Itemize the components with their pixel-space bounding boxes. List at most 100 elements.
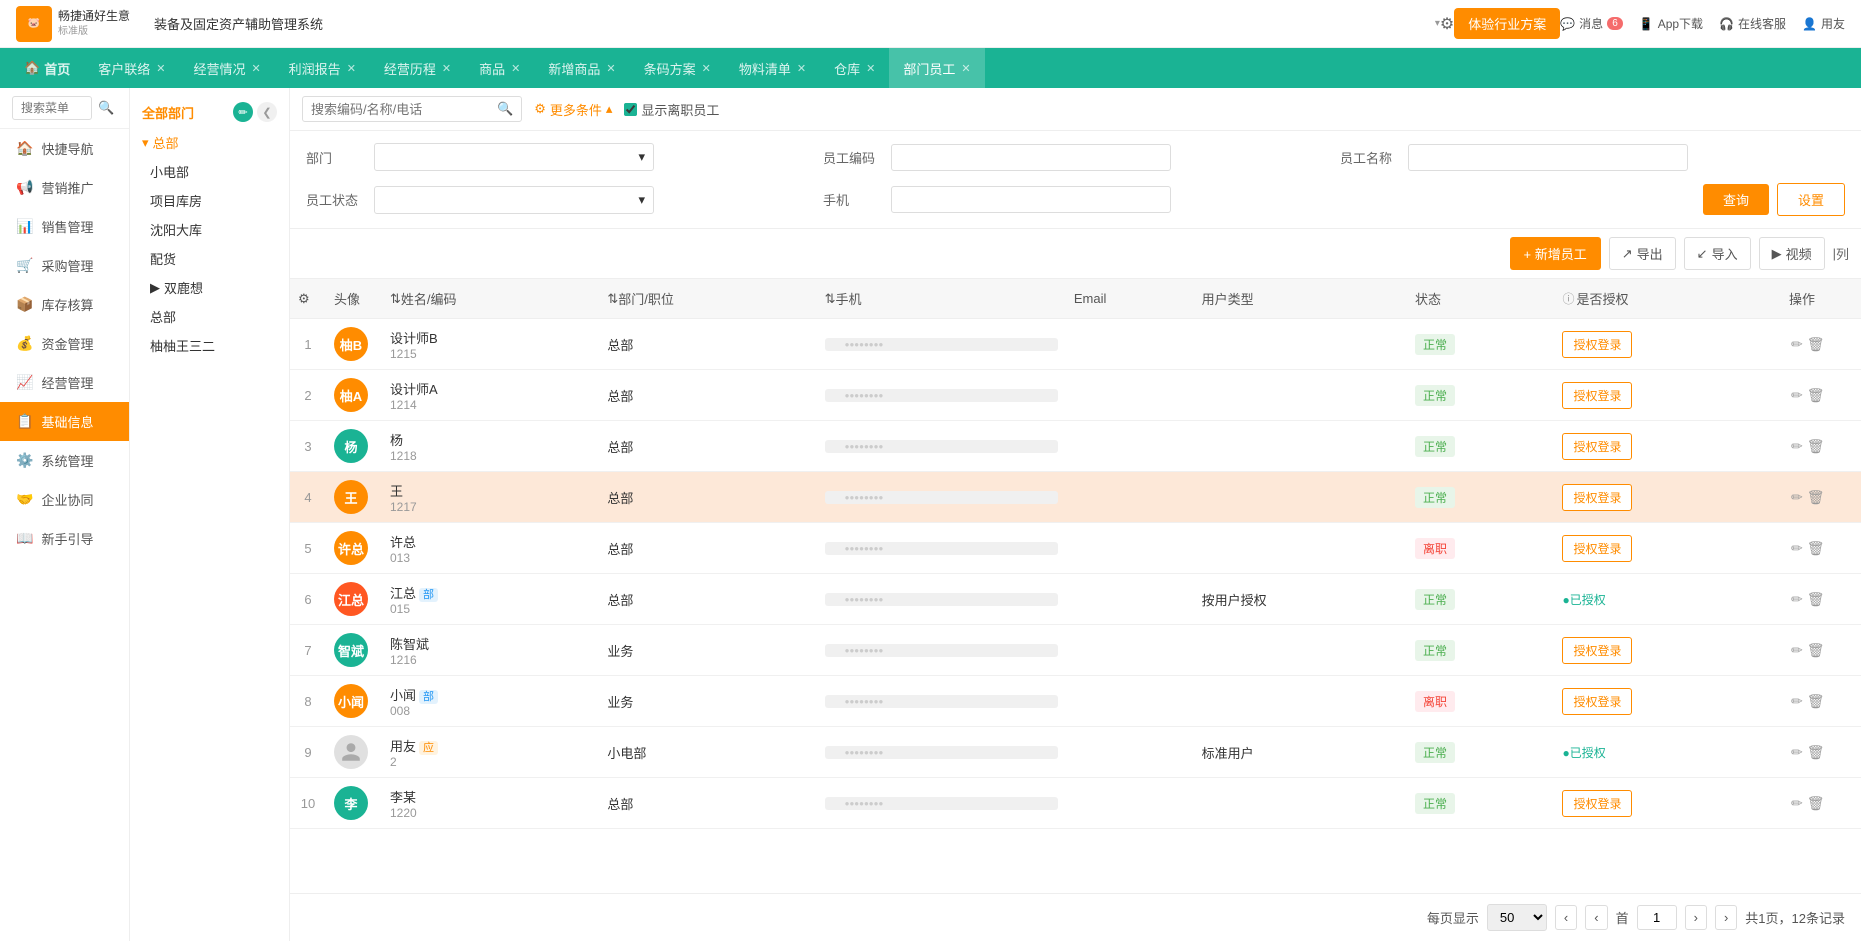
sidebar-item-quicknav[interactable]: 🏠 快捷导航 xyxy=(0,129,129,168)
edit-icon[interactable]: ✏ xyxy=(1791,591,1803,607)
tab-profit[interactable]: 利润报告 ✕ xyxy=(275,48,370,88)
filter-empname-input[interactable] xyxy=(1408,144,1688,171)
edit-icon[interactable]: ✏ xyxy=(1791,795,1803,811)
tab-barcode[interactable]: 条码方案 ✕ xyxy=(630,48,725,88)
tab-home[interactable]: 🏠 首页 xyxy=(10,48,84,88)
delete-icon[interactable]: 🗑 xyxy=(1807,489,1825,505)
sidebar-item-inventory[interactable]: 📦 库存核算 xyxy=(0,285,129,324)
sidebar-item-collab[interactable]: 🤝 企业协同 xyxy=(0,480,129,519)
tab-bom[interactable]: 物料清单 ✕ xyxy=(725,48,820,88)
view-button[interactable]: ▶ 视频 xyxy=(1759,237,1825,270)
dept-node-shuanglu[interactable]: ▶ 双鹿想 xyxy=(130,273,289,302)
auth-login-button[interactable]: 授权登录 xyxy=(1562,433,1632,460)
edit-icon[interactable]: ✏ xyxy=(1791,438,1803,454)
dept-collapse-icon[interactable]: ❮ xyxy=(257,102,277,122)
delete-icon[interactable]: 🗑 xyxy=(1807,795,1825,811)
tab-goods[interactable]: 商品 ✕ xyxy=(465,48,534,88)
edit-icon[interactable]: ✏ xyxy=(1791,693,1803,709)
tab-close-add-goods-icon[interactable]: ✕ xyxy=(606,62,615,75)
auth-login-button[interactable]: 授权登录 xyxy=(1562,331,1632,358)
delete-icon[interactable]: 🗑 xyxy=(1807,591,1825,607)
auth-login-button[interactable]: 授权登录 xyxy=(1562,790,1632,817)
tab-customer[interactable]: 客户联络 ✕ xyxy=(84,48,179,88)
query-button[interactable]: 查询 xyxy=(1703,184,1769,215)
filter-dept-select[interactable]: ▾ xyxy=(374,143,654,171)
filter-empstatus-select[interactable]: ▾ xyxy=(374,186,654,214)
auth-login-button[interactable]: 授权登录 xyxy=(1562,688,1632,715)
tab-operations[interactable]: 经营情况 ✕ xyxy=(179,48,274,88)
dept-node-zongbu-root[interactable]: ▾ 总部 xyxy=(130,128,289,157)
tab-close-profit-icon[interactable]: ✕ xyxy=(347,62,356,75)
tab-close-customer-icon[interactable]: ✕ xyxy=(156,62,165,75)
first-page-button[interactable]: ‹ xyxy=(1555,905,1577,930)
edit-icon[interactable]: ✏ xyxy=(1791,744,1803,760)
sidebar-item-marketing[interactable]: 📢 营销推广 xyxy=(0,168,129,207)
delete-icon[interactable]: 🗑 xyxy=(1807,642,1825,658)
auth-login-button[interactable]: 授权登录 xyxy=(1562,484,1632,511)
settings-icon[interactable]: ⚙ xyxy=(298,291,310,306)
tab-close-employees-icon[interactable]: ✕ xyxy=(961,62,970,75)
delete-icon[interactable]: 🗑 xyxy=(1807,336,1825,352)
message-button[interactable]: 💬 消息 6 xyxy=(1560,15,1623,32)
tab-close-operations-icon[interactable]: ✕ xyxy=(251,62,260,75)
delete-icon[interactable]: 🗑 xyxy=(1807,693,1825,709)
sort-name-icon[interactable]: ⇅ xyxy=(390,291,401,307)
col-settings-button[interactable]: | 列 xyxy=(1833,244,1849,263)
import-button[interactable]: ↙ 导入 xyxy=(1684,237,1751,270)
filter-phone-input[interactable] xyxy=(891,186,1171,213)
tab-warehouse[interactable]: 仓库 ✕ xyxy=(820,48,889,88)
dept-node-xiangmuku[interactable]: 项目库房 xyxy=(130,186,289,215)
sidebar-item-guide[interactable]: 📖 新手引导 xyxy=(0,519,129,558)
sidebar-item-system[interactable]: ⚙️ 系统管理 xyxy=(0,441,129,480)
sidebar-item-operations[interactable]: 📈 经营管理 xyxy=(0,363,129,402)
auth-login-button[interactable]: 授权登录 xyxy=(1562,535,1632,562)
filter-empcode-input[interactable] xyxy=(891,144,1171,171)
delete-icon[interactable]: 🗑 xyxy=(1807,438,1825,454)
export-button[interactable]: ↗ 导出 xyxy=(1609,237,1676,270)
tab-close-barcode-icon[interactable]: ✕ xyxy=(702,62,711,75)
search-input[interactable] xyxy=(311,102,491,117)
edit-icon[interactable]: ✏ xyxy=(1791,489,1803,505)
tab-close-warehouse-icon[interactable]: ✕ xyxy=(866,62,875,75)
tab-employees[interactable]: 部门员工 ✕ xyxy=(889,48,984,88)
dept-node-peihuo[interactable]: 配货 xyxy=(130,244,289,273)
tab-close-goods-icon[interactable]: ✕ xyxy=(511,62,520,75)
sort-dept-icon[interactable]: ⇅ xyxy=(607,291,618,307)
sort-phone-icon[interactable]: ⇅ xyxy=(825,291,836,307)
add-employee-button[interactable]: + 新增员工 xyxy=(1510,237,1601,270)
dept-node-zongbu2[interactable]: 总部 xyxy=(130,302,289,331)
edit-icon[interactable]: ✏ xyxy=(1791,336,1803,352)
tab-close-history-icon[interactable]: ✕ xyxy=(442,62,451,75)
app-download-button[interactable]: 📱 App下载 xyxy=(1639,15,1703,32)
prev-page-button[interactable]: ‹ xyxy=(1585,905,1607,930)
dept-node-shenyang[interactable]: 沈阳大库 xyxy=(130,215,289,244)
show-resigned-checkbox[interactable] xyxy=(624,103,637,116)
user-button[interactable]: 👤 用友 xyxy=(1802,15,1845,32)
delete-icon[interactable]: 🗑 xyxy=(1807,744,1825,760)
sidebar-item-finance[interactable]: 💰 资金管理 xyxy=(0,324,129,363)
page-input[interactable] xyxy=(1637,905,1677,930)
reset-button[interactable]: 设置 xyxy=(1777,183,1845,216)
delete-icon[interactable]: 🗑 xyxy=(1807,540,1825,556)
dept-node-xiaodibu[interactable]: 小电部 xyxy=(130,157,289,186)
edit-icon[interactable]: ✏ xyxy=(1791,642,1803,658)
sidebar-item-purchase[interactable]: 🛒 采购管理 xyxy=(0,246,129,285)
sidebar-item-basic[interactable]: 📋 基础信息 xyxy=(0,402,129,441)
tab-add-goods[interactable]: 新增商品 ✕ xyxy=(534,48,629,88)
trial-button[interactable]: 体验行业方案 xyxy=(1454,8,1560,39)
gear-icon[interactable]: ⚙ xyxy=(1440,14,1454,34)
online-service-button[interactable]: 🎧 在线客服 xyxy=(1719,15,1786,32)
auth-login-button[interactable]: 授权登录 xyxy=(1562,382,1632,409)
edit-icon[interactable]: ✏ xyxy=(1791,387,1803,403)
dept-node-youyou[interactable]: 柚柚王三二 xyxy=(130,331,289,360)
dept-edit-icon[interactable]: ✏ xyxy=(233,102,253,122)
last-page-button[interactable]: › xyxy=(1715,905,1737,930)
tab-history[interactable]: 经营历程 ✕ xyxy=(370,48,465,88)
next-page-button[interactable]: › xyxy=(1685,905,1707,930)
sidebar-search-input[interactable] xyxy=(12,96,92,120)
tab-close-bom-icon[interactable]: ✕ xyxy=(797,62,806,75)
sidebar-item-sales[interactable]: 📊 销售管理 xyxy=(0,207,129,246)
edit-icon[interactable]: ✏ xyxy=(1791,540,1803,556)
per-page-select[interactable]: 50 100 200 xyxy=(1487,904,1547,931)
more-conditions-button[interactable]: ⚙ 更多条件 ▴ xyxy=(534,100,612,119)
